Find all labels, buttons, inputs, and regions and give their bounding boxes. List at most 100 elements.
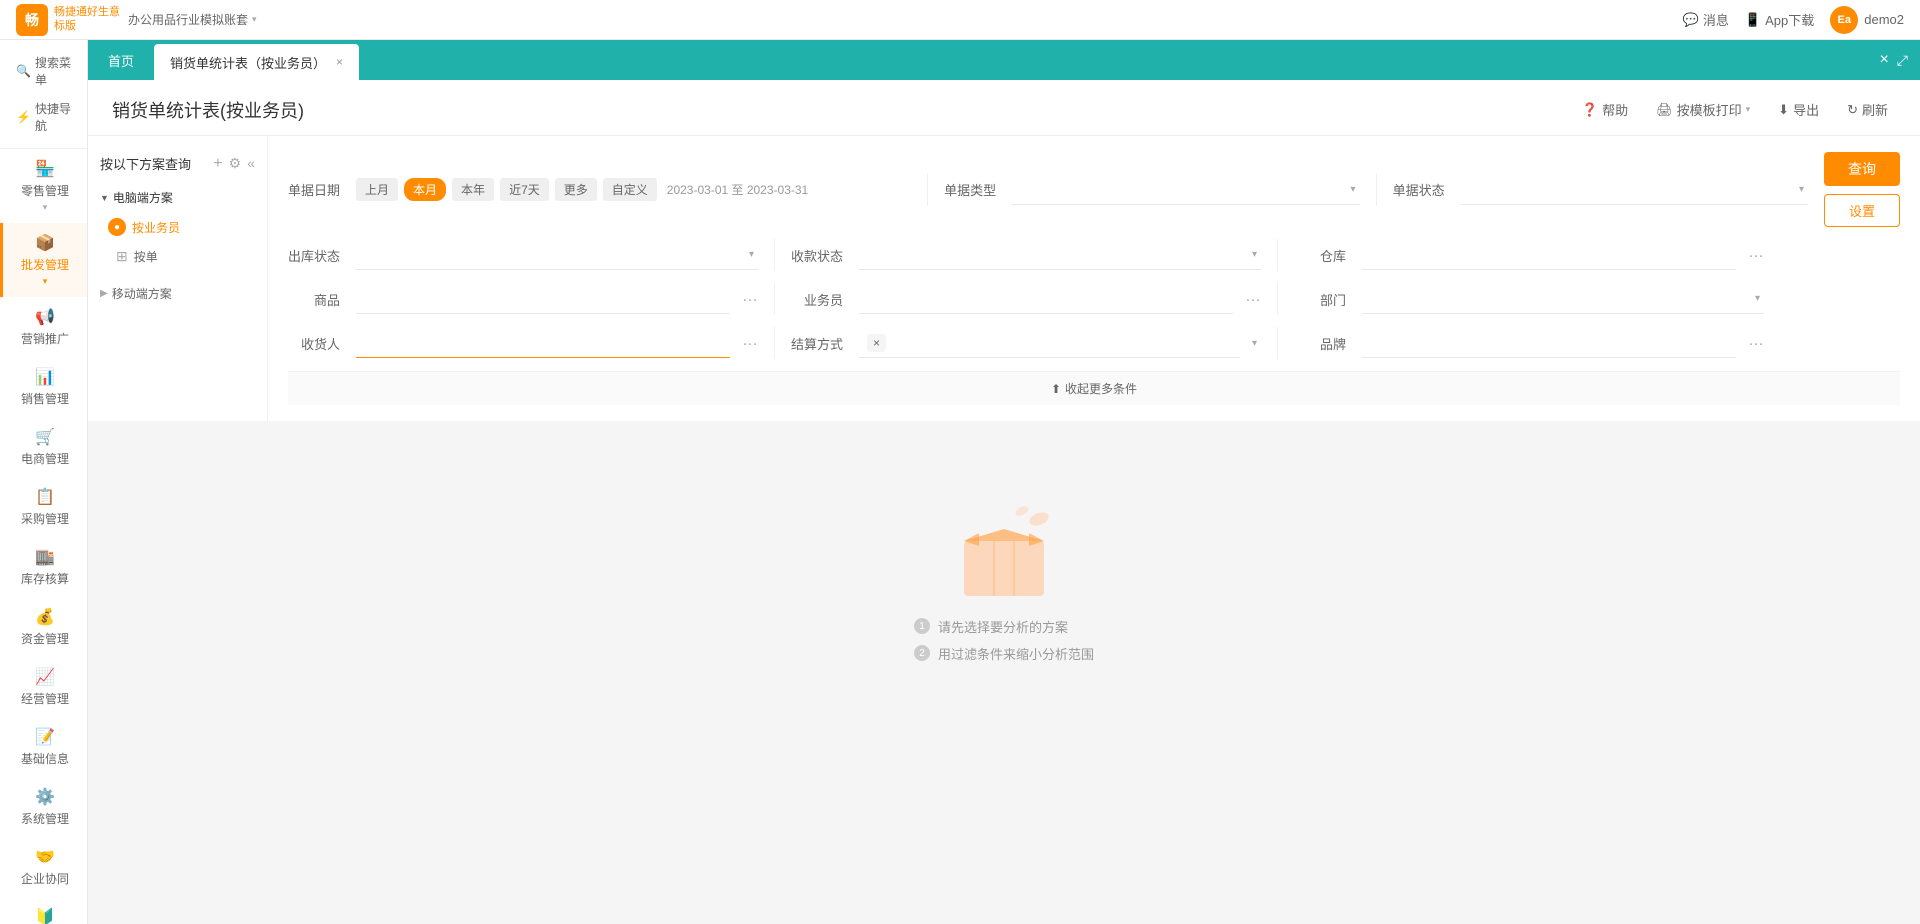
sidebar-item-inventory[interactable]: 🏬 库存核算 [0, 537, 87, 597]
refresh-btn[interactable]: ↻ 刷新 [1839, 96, 1896, 123]
settlement-tag-close[interactable]: × [873, 336, 880, 350]
top-bar-right: 💬 消息 📱 App下载 Ea demo2 [1683, 6, 1904, 34]
brand-more-btn[interactable]: … [1748, 333, 1764, 353]
sidebar-item-purchase[interactable]: 📋 采购管理 [0, 477, 87, 537]
query-btn[interactable]: 查询 [1824, 152, 1900, 186]
receipt-status-select[interactable]: ▾ [859, 240, 1261, 270]
filter-sidebar-title: 按以下方案查询 [100, 154, 191, 173]
empty-illustration [944, 501, 1064, 601]
filter-sidebar: 按以下方案查询 + ⚙ « ▼ 电脑端方案 [88, 136, 268, 421]
consignee-input[interactable] [356, 328, 730, 358]
sidebar-item-finance[interactable]: 💰 资金管理 [0, 597, 87, 657]
date-section: 上月 本月 本年 近7天 更多 自定义 2023-03-01 至 2023-03… [356, 178, 808, 201]
dept-chevron: ▾ [1755, 293, 1760, 304]
settings-scheme-btn[interactable]: ⚙ [229, 155, 242, 173]
app-title-text: 办公用品行业模拟账套 [128, 11, 248, 28]
sub-item-by-order[interactable]: ⊞ 按单 [88, 242, 267, 271]
warehouse-input[interactable] [1362, 240, 1736, 270]
sidebar-item-enterprise[interactable]: 🤝 企业协同 [0, 837, 87, 897]
template-print-label: 按模板打印 [1677, 100, 1742, 119]
brand-label: 品牌 [1294, 334, 1354, 353]
tab-home-label: 首页 [108, 51, 134, 70]
row2-divider2 [1277, 239, 1278, 271]
tab-window-controls: × ⤢ [1879, 51, 1920, 69]
settings-btn[interactable]: 设置 [1824, 194, 1900, 227]
sidebar-item-ecommerce[interactable]: 🛒 电商管理 [0, 417, 87, 477]
date-btn-last-month[interactable]: 上月 [356, 178, 398, 201]
sidebar-item-system[interactable]: ⚙️ 系统管理 [0, 777, 87, 837]
sales-icon: 📊 [35, 367, 55, 387]
window-close-btn[interactable]: × [1879, 51, 1888, 69]
mobile-group-header[interactable]: ▶ 移动端方案 [88, 279, 267, 308]
settlement-select[interactable]: ▾ [1248, 328, 1261, 358]
dept-select[interactable]: ▾ [1362, 284, 1764, 314]
tab-close-btn[interactable]: × [336, 55, 343, 69]
sidebar: 🔍 搜索菜单 ⚡ 快捷导航 🏪 零售管理 ▾ 📦 批发管理 ▾ [0, 40, 88, 924]
tab-home[interactable]: 首页 [88, 40, 154, 80]
tab-active[interactable]: 销货单统计表（按业务员） × [154, 44, 359, 80]
doc-type-field: 单据类型 ▾ [944, 174, 1359, 206]
sidebar-item-sales[interactable]: 📊 销售管理 [0, 357, 87, 417]
sidebar-item-label: 库存核算 [21, 570, 69, 587]
sidebar-item-retail[interactable]: 🏪 零售管理 ▾ [0, 149, 87, 223]
add-scheme-btn[interactable]: + [213, 155, 222, 173]
staff-input[interactable] [859, 284, 1233, 314]
date-btn-custom[interactable]: 自定义 [603, 178, 657, 201]
export-btn[interactable]: ⬇ 导出 [1770, 96, 1827, 123]
user-menu[interactable]: Ea demo2 [1830, 6, 1904, 34]
brand-input[interactable] [1362, 328, 1736, 358]
sidebar-item-basics[interactable]: 📝 基础信息 [0, 717, 87, 777]
app-title-dropdown[interactable]: 办公用品行业模拟账套 ▾ [128, 11, 257, 28]
date-btn-current-year[interactable]: 本年 [452, 178, 494, 201]
date-btn-last-7-days[interactable]: 近7天 [500, 178, 549, 201]
sub-item-label: 按单 [134, 248, 158, 265]
sidebar-item-label: 资金管理 [21, 630, 69, 647]
tab-active-label: 销货单统计表（按业务员） [170, 53, 326, 72]
date-btn-more[interactable]: 更多 [555, 178, 597, 201]
help-btn[interactable]: ❓ 帮助 [1574, 96, 1636, 123]
app-container: 畅 畅捷通好生意 标版 办公用品行业模拟账套 ▾ 💬 消息 📱 App下载 [0, 0, 1920, 924]
query-btn-group: 查询 设置 [1824, 152, 1900, 227]
collapse-scheme-btn[interactable]: « [247, 155, 255, 173]
export-icon: ⬇ [1778, 102, 1789, 118]
sidebar-item-newbie[interactable]: 🔰 新手引导 [0, 897, 87, 924]
quick-nav-item[interactable]: ⚡ 快捷导航 [8, 94, 79, 140]
date-field: 单据日期 上月 本月 本年 近7天 更多 自定义 2023-03-01 至 20… [288, 174, 911, 206]
collapse-bar[interactable]: ⬆ 收起更多条件 [288, 371, 1900, 405]
doc-type-select[interactable]: ▾ [1012, 175, 1359, 205]
row3-divider2 [1277, 283, 1278, 315]
out-status-select[interactable]: ▾ [356, 240, 758, 270]
staff-more-btn[interactable]: … [1245, 289, 1261, 309]
wholesale-arrow: ▾ [43, 276, 48, 287]
settlement-wrapper: × [859, 328, 1240, 358]
tab-bar: 首页 销货单统计表（按业务员） × × ⤢ [88, 40, 1920, 80]
desktop-group-header[interactable]: ▼ 电脑端方案 [88, 183, 267, 212]
filter-panel: 按以下方案查询 + ⚙ « ▼ 电脑端方案 [88, 136, 1920, 421]
sidebar-item-wholesale[interactable]: 📦 批发管理 ▾ [0, 223, 87, 297]
window-max-btn[interactable]: ⤢ [1897, 52, 1908, 69]
sidebar-item-label: 批发管理 [21, 256, 69, 273]
sidebar-item-operation[interactable]: 📈 经营管理 [0, 657, 87, 717]
sidebar-item-marketing[interactable]: 📢 营销推广 [0, 297, 87, 357]
main-layout: 🔍 搜索菜单 ⚡ 快捷导航 🏪 零售管理 ▾ 📦 批发管理 ▾ [0, 40, 1920, 924]
row4-divider1 [774, 327, 775, 359]
date-btn-current-month[interactable]: 本月 [404, 178, 446, 201]
message-icon: 💬 [1683, 12, 1699, 28]
empty-step1-text: 请先选择要分析的方案 [938, 617, 1068, 636]
app-download-btn[interactable]: 📱 App下载 [1745, 10, 1814, 29]
filter-row-2: 出库状态 ▾ 收款状态 ▾ [288, 239, 1900, 271]
solution-item-by-staff[interactable]: ● 按业务员 [88, 212, 267, 242]
consignee-more-btn[interactable]: … [742, 333, 758, 353]
consignee-label: 收货人 [288, 334, 348, 353]
empty-step-2: 2 用过滤条件来缩小分析范围 [914, 644, 1094, 663]
message-btn[interactable]: 💬 消息 [1683, 10, 1729, 29]
goods-more-btn[interactable]: … [742, 289, 758, 309]
warehouse-more-btn[interactable]: … [1748, 245, 1764, 265]
settlement-field: 结算方式 × ▾ [791, 327, 1261, 359]
goods-input[interactable] [356, 284, 730, 314]
doc-status-select[interactable]: ▾ [1461, 175, 1808, 205]
search-menu-item[interactable]: 🔍 搜索菜单 [8, 48, 79, 94]
print-dropdown-arrow: ▾ [1746, 104, 1751, 115]
sidebar-item-label: 营销推广 [21, 330, 69, 347]
template-print-btn[interactable]: 🖨 按模板打印 ▾ [1648, 96, 1758, 123]
